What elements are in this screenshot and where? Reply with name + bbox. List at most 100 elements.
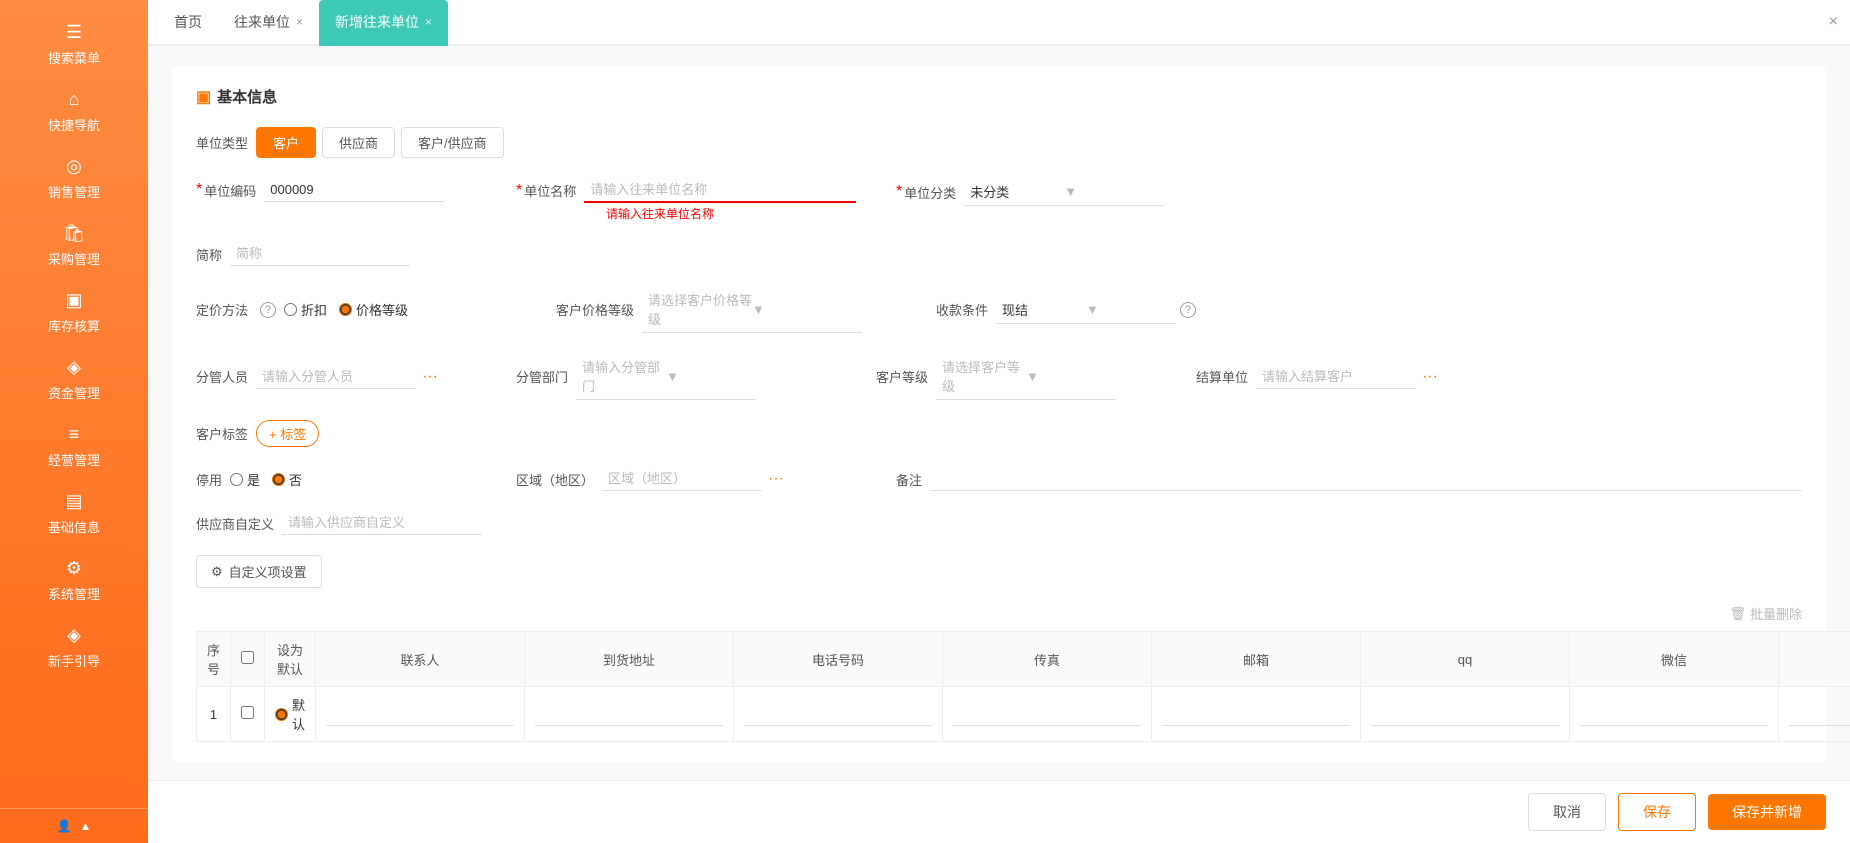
tab-add-partner[interactable]: 新增往来单位 × xyxy=(319,0,448,46)
remark-input[interactable] xyxy=(930,467,1802,491)
phone-input[interactable] xyxy=(744,702,932,726)
table-row: 1 默认 xyxy=(197,687,1850,742)
payment-terms-field: 收款条件 现结 ▼ ? xyxy=(936,296,1236,324)
disable-label: 停用 xyxy=(196,470,222,489)
sidebar-item-new-guide[interactable]: ◈ 新手引导 xyxy=(0,613,148,680)
radio-discount[interactable]: 折扣 xyxy=(284,300,327,319)
disable-row: 停用 是 否 区域（地区） ··· 备 xyxy=(196,467,1802,491)
cell-address xyxy=(525,687,734,742)
cell-checkbox xyxy=(231,687,265,742)
type-btn-customer[interactable]: 客户 xyxy=(256,127,316,158)
sidebar-item-sales-mgmt[interactable]: ◎ 销售管理 xyxy=(0,144,148,211)
region-input[interactable] xyxy=(602,467,762,491)
location-input[interactable] xyxy=(1789,702,1850,726)
tab-bar: 首页 往来单位 × 新增往来单位 × × xyxy=(148,0,1850,46)
unit-type-label: 单位类型 xyxy=(196,133,248,152)
unit-type-field: 单位类型 客户 供应商 客户/供应商 xyxy=(196,127,504,158)
tab-home[interactable]: 首页 xyxy=(158,0,218,46)
col-no: 序号 xyxy=(197,632,231,687)
sidebar-item-quick-nav[interactable]: ⌂ 快捷导航 xyxy=(0,77,148,144)
department-field: 分管部门 请输入分管部门 ▼ xyxy=(516,353,836,400)
pricing-help-icon[interactable]: ? xyxy=(260,302,276,318)
settlement-unit-more-btn[interactable]: ··· xyxy=(1422,368,1438,386)
payment-terms-select[interactable]: 现结 ▼ xyxy=(996,296,1176,324)
cancel-button[interactable]: 取消 xyxy=(1528,793,1606,831)
form-card: ▣ 基本信息 单位类型 客户 供应商 客户/供应商 * 单位编码 xyxy=(172,66,1826,762)
contact-table: 序号 设为默认 联系人 到货地址 电话号码 传真 邮箱 qq 微信 所在地区 操… xyxy=(196,631,1850,742)
close-add-partner-tab[interactable]: × xyxy=(425,15,432,29)
settlement-unit-input[interactable] xyxy=(1256,365,1416,389)
department-select[interactable]: 请输入分管部门 ▼ xyxy=(576,353,756,400)
supplier-custom-input[interactable] xyxy=(282,511,482,535)
radio-price-level[interactable]: 价格等级 xyxy=(339,300,408,319)
customer-price-level-select[interactable]: 请选择客户价格等级 ▼ xyxy=(642,286,862,333)
search-menu-icon: ☰ xyxy=(62,20,86,44)
unit-category-field: * 单位分类 未分类 ▼ xyxy=(896,178,1216,206)
add-tag-btn[interactable]: + 标签 xyxy=(256,420,319,447)
unit-code-input[interactable] xyxy=(264,178,444,202)
supplier-custom-label: 供应商自定义 xyxy=(196,514,274,533)
sidebar-item-search-menu[interactable]: ☰ 搜索菜单 xyxy=(0,10,148,77)
wechat-input[interactable] xyxy=(1580,702,1768,726)
radio-no[interactable]: 否 xyxy=(272,470,302,489)
short-name-input[interactable] xyxy=(230,242,410,266)
cell-wechat xyxy=(1570,687,1779,742)
radio-yes[interactable]: 是 xyxy=(230,470,260,489)
save-new-button[interactable]: 保存并新增 xyxy=(1708,794,1826,830)
customer-level-select[interactable]: 请选择客户等级 ▼ xyxy=(936,353,1116,400)
finance-icon: ◈ xyxy=(62,355,86,379)
save-button[interactable]: 保存 xyxy=(1618,793,1696,831)
new-guide-icon: ◈ xyxy=(62,623,86,647)
quick-nav-icon: ⌂ xyxy=(62,87,86,111)
row-checkbox[interactable] xyxy=(241,706,254,719)
sidebar-item-basic-info[interactable]: ▤ 基础信息 xyxy=(0,479,148,546)
settlement-unit-field: 结算单位 ··· xyxy=(1196,365,1476,389)
unit-category-arrow: ▼ xyxy=(1064,184,1158,199)
close-main-icon[interactable]: × xyxy=(1829,13,1838,31)
select-all-checkbox[interactable] xyxy=(241,651,254,664)
unit-category-select[interactable]: 未分类 ▼ xyxy=(964,178,1164,206)
sidebar-item-operations[interactable]: ≡ 经营管理 xyxy=(0,412,148,479)
unit-name-error: 请输入往来单位名称 xyxy=(606,205,714,222)
default-radio-label[interactable]: 默认 xyxy=(275,695,305,733)
contact-input[interactable] xyxy=(326,702,514,726)
payment-terms-help-icon[interactable]: ? xyxy=(1180,302,1196,318)
manager-input[interactable] xyxy=(256,365,416,389)
tab-partner-list[interactable]: 往来单位 × xyxy=(218,0,319,46)
col-default: 设为默认 xyxy=(265,632,316,687)
qq-input[interactable] xyxy=(1371,702,1559,726)
sidebar-item-purchase-mgmt[interactable]: 🛍 采购管理 xyxy=(0,211,148,278)
sidebar-item-system-mgmt[interactable]: ⚙ 系统管理 xyxy=(0,546,148,613)
type-btn-supplier[interactable]: 供应商 xyxy=(322,127,395,158)
address-input[interactable] xyxy=(535,702,723,726)
short-name-field: 简称 xyxy=(196,242,476,266)
short-name-row: 简称 xyxy=(196,242,1802,266)
col-fax: 传真 xyxy=(943,632,1152,687)
manager-more-btn[interactable]: ··· xyxy=(422,368,438,386)
col-location: 所在地区 xyxy=(1779,632,1850,687)
fax-input[interactable] xyxy=(953,702,1141,726)
custom-settings-btn[interactable]: ⚙ 自定义项设置 xyxy=(196,555,322,588)
sidebar-item-inventory[interactable]: ▣ 库存核算 xyxy=(0,278,148,345)
supplier-custom-field: 供应商自定义 xyxy=(196,511,556,535)
type-btn-both[interactable]: 客户/供应商 xyxy=(401,127,504,158)
customer-tag-row: 客户标签 + 标签 xyxy=(196,420,1802,447)
unit-name-input[interactable] xyxy=(584,178,856,203)
email-input[interactable] xyxy=(1162,702,1350,726)
region-label: 区域（地区） xyxy=(516,470,594,489)
cell-location xyxy=(1779,687,1850,742)
remark-label: 备注 xyxy=(896,470,922,489)
sidebar-item-finance[interactable]: ◈ 资金管理 xyxy=(0,345,148,412)
system-icon: ⚙ xyxy=(62,556,86,580)
batch-delete-btn[interactable]: 🗑 批量删除 xyxy=(1729,604,1802,623)
payment-terms-label: 收款条件 xyxy=(936,300,988,319)
region-more-btn[interactable]: ··· xyxy=(768,470,784,488)
department-arrow: ▼ xyxy=(666,369,750,384)
region-field: 区域（地区） ··· xyxy=(516,467,856,491)
customer-level-label: 客户等级 xyxy=(876,367,928,386)
unit-type-buttons: 客户 供应商 客户/供应商 xyxy=(256,127,504,158)
disable-field: 停用 是 否 xyxy=(196,470,476,489)
close-partner-list-tab[interactable]: × xyxy=(296,15,303,29)
sidebar-bottom: 👤▲ xyxy=(0,808,148,843)
col-qq: qq xyxy=(1361,632,1570,687)
